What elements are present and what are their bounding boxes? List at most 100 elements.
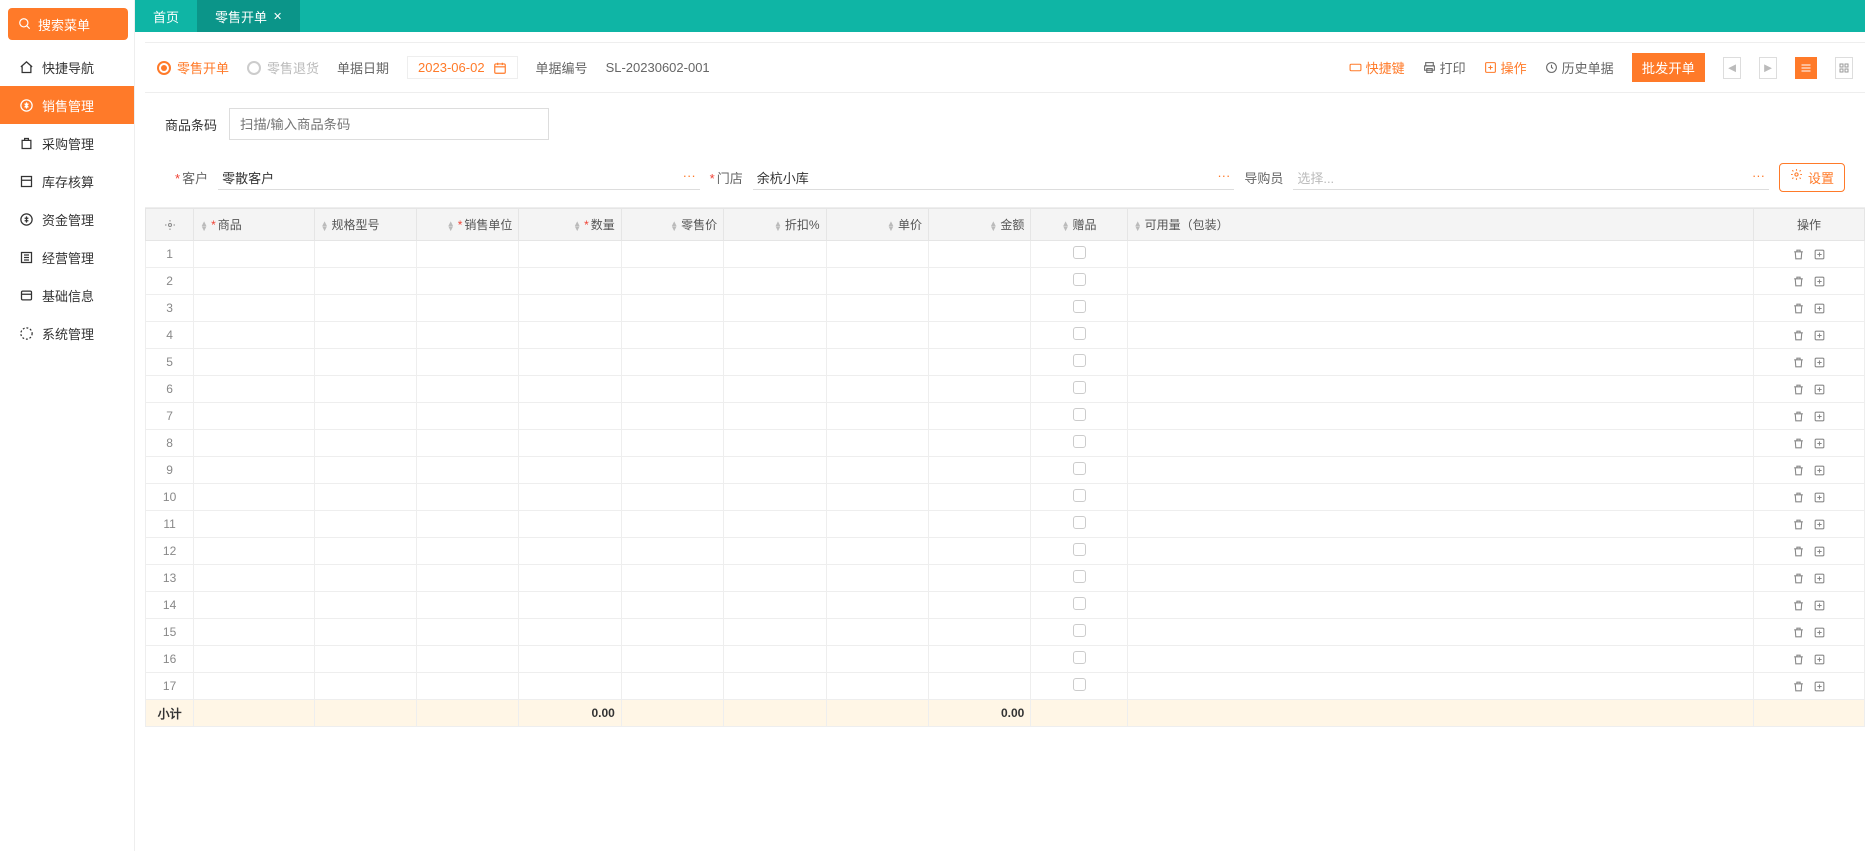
table-row[interactable]: 14 (146, 592, 1865, 619)
next-doc-button[interactable]: ► (1759, 57, 1777, 79)
table-row[interactable]: 17 (146, 673, 1865, 700)
add-row-icon[interactable] (1813, 652, 1826, 666)
sidebar-item-system[interactable]: 系统管理 (0, 314, 134, 352)
sidebar-search-button[interactable]: 搜索菜单 (8, 8, 128, 40)
table-row[interactable]: 7 (146, 403, 1865, 430)
sidebar-item-purchase[interactable]: 采购管理 (0, 124, 134, 162)
ops-link[interactable]: 操作 (1484, 58, 1527, 77)
table-row[interactable]: 2 (146, 268, 1865, 295)
store-picker[interactable]: 余杭小库 ··· (753, 166, 1235, 190)
delete-icon[interactable] (1792, 490, 1805, 504)
add-row-icon[interactable] (1813, 301, 1826, 315)
add-row-icon[interactable] (1813, 436, 1826, 450)
gift-checkbox[interactable] (1073, 300, 1086, 313)
table-row[interactable]: 5 (146, 349, 1865, 376)
gift-checkbox[interactable] (1073, 678, 1086, 691)
gift-checkbox[interactable] (1073, 489, 1086, 502)
sidebar-item-base[interactable]: 基础信息 (0, 276, 134, 314)
add-row-icon[interactable] (1813, 517, 1826, 531)
col-disc[interactable]: ▲▼折扣% (724, 209, 826, 241)
settings-button[interactable]: 设置 (1779, 163, 1845, 192)
add-row-icon[interactable] (1813, 490, 1826, 504)
table-row[interactable]: 4 (146, 322, 1865, 349)
gift-checkbox[interactable] (1073, 435, 1086, 448)
delete-icon[interactable] (1792, 571, 1805, 585)
add-row-icon[interactable] (1813, 625, 1826, 639)
delete-icon[interactable] (1792, 436, 1805, 450)
delete-icon[interactable] (1792, 679, 1805, 693)
add-row-icon[interactable] (1813, 355, 1826, 369)
col-product[interactable]: ▲▼*商品 (194, 209, 314, 241)
delete-icon[interactable] (1792, 409, 1805, 423)
sidebar-item-inventory[interactable]: 库存核算 (0, 162, 134, 200)
history-link[interactable]: 历史单据 (1545, 58, 1614, 77)
gift-checkbox[interactable] (1073, 597, 1086, 610)
doc-date-picker[interactable]: 2023-06-02 (407, 56, 518, 79)
gift-checkbox[interactable] (1073, 543, 1086, 556)
table-row[interactable]: 13 (146, 565, 1865, 592)
col-unit[interactable]: ▲▼*销售单位 (417, 209, 519, 241)
col-gift[interactable]: ▲▼赠品 (1031, 209, 1127, 241)
table-row[interactable]: 10 (146, 484, 1865, 511)
gift-checkbox[interactable] (1073, 462, 1086, 475)
col-avail[interactable]: ▲▼可用量（包装） (1127, 209, 1753, 241)
guide-picker[interactable]: 选择... ··· (1293, 166, 1769, 190)
add-row-icon[interactable] (1813, 328, 1826, 342)
add-row-icon[interactable] (1813, 544, 1826, 558)
table-row[interactable]: 1 (146, 241, 1865, 268)
gift-checkbox[interactable] (1073, 273, 1086, 286)
view-list-button[interactable] (1795, 57, 1817, 79)
table-row[interactable]: 3 (146, 295, 1865, 322)
shortcut-link[interactable]: 快捷键 (1349, 58, 1405, 77)
batch-order-button[interactable]: 批发开单 (1632, 53, 1705, 82)
radio-retail-return[interactable]: 零售退货 (247, 58, 319, 77)
delete-icon[interactable] (1792, 463, 1805, 477)
print-link[interactable]: 打印 (1423, 58, 1466, 77)
gift-checkbox[interactable] (1073, 516, 1086, 529)
gift-checkbox[interactable] (1073, 381, 1086, 394)
add-row-icon[interactable] (1813, 463, 1826, 477)
add-row-icon[interactable] (1813, 679, 1826, 693)
gift-checkbox[interactable] (1073, 570, 1086, 583)
delete-icon[interactable] (1792, 247, 1805, 261)
col-qty[interactable]: ▲▼*数量 (519, 209, 621, 241)
customer-picker[interactable]: 零散客户 ··· (218, 166, 700, 190)
gift-checkbox[interactable] (1073, 327, 1086, 340)
col-gear[interactable] (146, 209, 194, 241)
prev-doc-button[interactable]: ◄ (1723, 57, 1741, 79)
table-row[interactable]: 9 (146, 457, 1865, 484)
tab-零售开单[interactable]: 零售开单✕ (197, 0, 300, 32)
col-price[interactable]: ▲▼零售价 (621, 209, 723, 241)
delete-icon[interactable] (1792, 328, 1805, 342)
gift-checkbox[interactable] (1073, 246, 1086, 259)
delete-icon[interactable] (1792, 274, 1805, 288)
delete-icon[interactable] (1792, 598, 1805, 612)
table-row[interactable]: 11 (146, 511, 1865, 538)
add-row-icon[interactable] (1813, 409, 1826, 423)
sidebar-item-business[interactable]: 经营管理 (0, 238, 134, 276)
table-row[interactable]: 6 (146, 376, 1865, 403)
delete-icon[interactable] (1792, 652, 1805, 666)
sidebar-item-home[interactable]: 快捷导航 (0, 48, 134, 86)
add-row-icon[interactable] (1813, 571, 1826, 585)
add-row-icon[interactable] (1813, 274, 1826, 288)
delete-icon[interactable] (1792, 301, 1805, 315)
table-row[interactable]: 15 (146, 619, 1865, 646)
col-amount[interactable]: ▲▼金额 (928, 209, 1030, 241)
add-row-icon[interactable] (1813, 247, 1826, 261)
gift-checkbox[interactable] (1073, 651, 1086, 664)
delete-icon[interactable] (1792, 517, 1805, 531)
delete-icon[interactable] (1792, 355, 1805, 369)
delete-icon[interactable] (1792, 625, 1805, 639)
add-row-icon[interactable] (1813, 598, 1826, 612)
table-row[interactable]: 8 (146, 430, 1865, 457)
close-icon[interactable]: ✕ (273, 10, 282, 23)
gift-checkbox[interactable] (1073, 354, 1086, 367)
table-row[interactable]: 12 (146, 538, 1865, 565)
col-uprice[interactable]: ▲▼单价 (826, 209, 928, 241)
delete-icon[interactable] (1792, 382, 1805, 396)
barcode-input[interactable] (229, 108, 549, 140)
gift-checkbox[interactable] (1073, 408, 1086, 421)
sidebar-item-funds[interactable]: 资金管理 (0, 200, 134, 238)
sidebar-item-sales[interactable]: 销售管理 (0, 86, 134, 124)
